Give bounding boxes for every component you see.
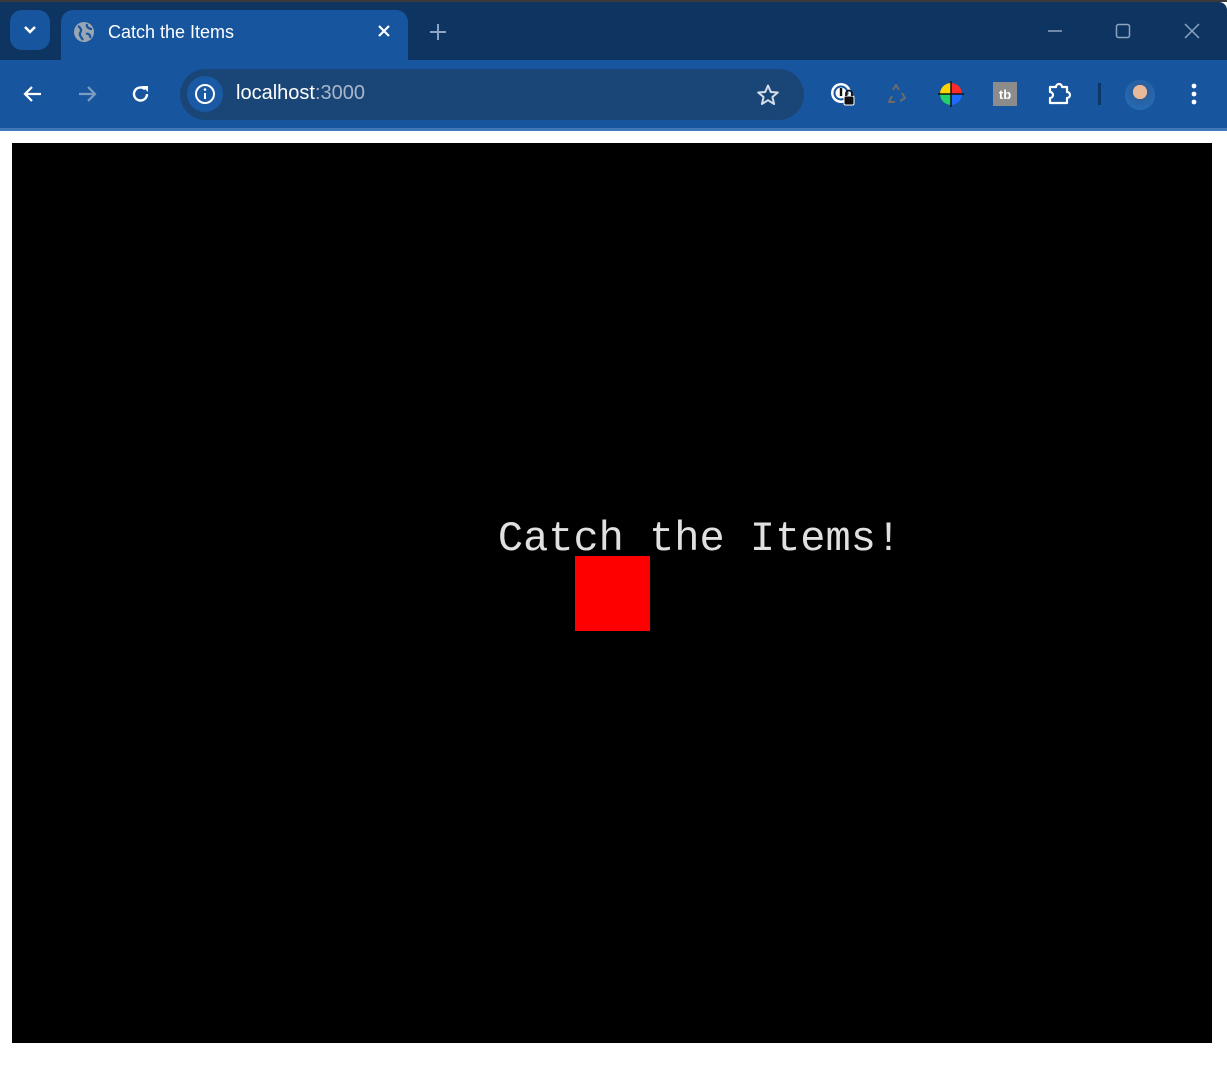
browser-menu-button[interactable]	[1180, 80, 1208, 108]
globe-icon	[74, 22, 94, 42]
password-lock-icon	[831, 83, 855, 106]
maximize-button[interactable]	[1108, 16, 1138, 46]
new-tab-button[interactable]	[424, 18, 452, 46]
more-vertical-icon	[1191, 83, 1197, 105]
minimize-button[interactable]	[1040, 16, 1070, 46]
tb-icon: tb	[993, 82, 1017, 106]
url-text[interactable]: localhost:3000	[236, 82, 365, 105]
player-block	[575, 556, 650, 631]
bookmark-button[interactable]	[752, 79, 784, 111]
site-info-button[interactable]	[187, 76, 223, 112]
back-button[interactable]	[17, 78, 49, 110]
maximize-icon	[1115, 23, 1131, 39]
extensions-button[interactable]	[1045, 80, 1073, 108]
page-viewport: Catch the Items!	[0, 131, 1227, 1072]
recycle-extension[interactable]	[883, 80, 911, 108]
close-icon	[378, 25, 390, 37]
url-port: :3000	[314, 82, 365, 104]
close-window-button[interactable]	[1177, 16, 1207, 46]
plus-icon	[430, 24, 446, 40]
profile-avatar[interactable]	[1125, 80, 1155, 110]
password-lock-extension[interactable]	[829, 80, 857, 108]
puzzle-icon	[1048, 82, 1072, 105]
toolbar-divider	[1098, 83, 1101, 105]
reload-icon	[132, 86, 149, 102]
star-icon	[757, 84, 779, 105]
tb-extension[interactable]: tb	[991, 80, 1019, 108]
toolbar: localhost:3000 tb	[0, 60, 1227, 128]
game-canvas[interactable]: Catch the Items!	[12, 143, 1212, 1043]
svg-text:tb: tb	[999, 87, 1011, 102]
color-wheel-icon	[938, 81, 964, 107]
address-bar[interactable]: localhost:3000	[180, 69, 804, 120]
arrow-left-icon	[23, 86, 41, 102]
tab-title: Catch the Items	[108, 22, 235, 42]
recycle-icon	[888, 84, 906, 103]
arrow-right-icon	[79, 86, 97, 102]
chevron-down-icon	[24, 26, 36, 34]
color-picker-extension[interactable]	[937, 80, 965, 108]
forward-button[interactable]	[71, 78, 103, 110]
url-host: localhost	[236, 82, 315, 104]
tab-strip: Catch the Items	[0, 2, 1227, 62]
info-icon	[195, 84, 215, 104]
minimize-icon	[1048, 30, 1062, 32]
reload-button[interactable]	[125, 78, 157, 110]
tab-close-button[interactable]	[373, 20, 395, 42]
active-tab[interactable]: Catch the Items	[61, 10, 408, 62]
tab-search-button[interactable]	[10, 10, 50, 50]
close-icon	[1184, 23, 1200, 39]
